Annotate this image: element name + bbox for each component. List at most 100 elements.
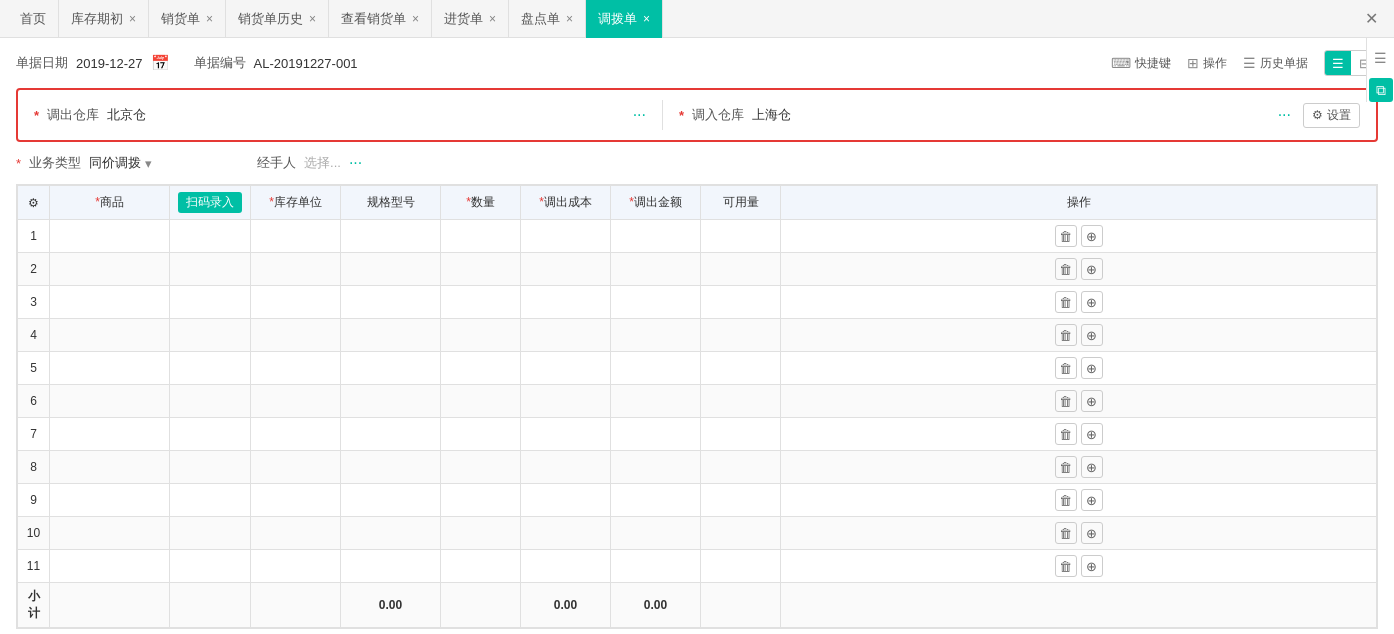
tab-close-inventory-init[interactable]: × [129, 12, 136, 26]
cell-product-2[interactable] [50, 253, 170, 286]
cell-qty-10[interactable] [441, 517, 521, 550]
cell-transfer-cost-11[interactable] [521, 550, 611, 583]
cell-transfer-amount-6[interactable] [611, 385, 701, 418]
copy-row-button-1[interactable]: ⊕ [1081, 225, 1103, 247]
cell-transfer-amount-4[interactable] [611, 319, 701, 352]
cell-transfer-cost-5[interactable] [521, 352, 611, 385]
cell-spec-11[interactable] [341, 550, 441, 583]
settings-button[interactable]: ⚙ 设置 [1303, 103, 1360, 128]
cell-product-5[interactable] [50, 352, 170, 385]
cell-spec-1[interactable] [341, 220, 441, 253]
tab-close-sales-order[interactable]: × [206, 12, 213, 26]
cell-transfer-amount-1[interactable] [611, 220, 701, 253]
cell-product-10[interactable] [50, 517, 170, 550]
cell-transfer-cost-3[interactable] [521, 286, 611, 319]
cell-unit-10[interactable] [251, 517, 341, 550]
delete-row-button-6[interactable]: 🗑 [1055, 390, 1077, 412]
cell-transfer-cost-8[interactable] [521, 451, 611, 484]
cell-transfer-cost-4[interactable] [521, 319, 611, 352]
delete-row-button-4[interactable]: 🗑 [1055, 324, 1077, 346]
cell-qty-6[interactable] [441, 385, 521, 418]
cell-spec-2[interactable] [341, 253, 441, 286]
delete-row-button-1[interactable]: 🗑 [1055, 225, 1077, 247]
in-warehouse-dots[interactable]: ··· [1278, 106, 1291, 124]
cell-transfer-cost-2[interactable] [521, 253, 611, 286]
tab-view-sales[interactable]: 查看销货单× [329, 0, 432, 38]
cell-transfer-amount-10[interactable] [611, 517, 701, 550]
cell-product-9[interactable] [50, 484, 170, 517]
handler-placeholder[interactable]: 选择... [304, 154, 341, 172]
cell-spec-9[interactable] [341, 484, 441, 517]
cell-transfer-cost-1[interactable] [521, 220, 611, 253]
cell-product-6[interactable] [50, 385, 170, 418]
tab-sales-order[interactable]: 销货单× [149, 0, 226, 38]
cell-spec-4[interactable] [341, 319, 441, 352]
copy-row-button-7[interactable]: ⊕ [1081, 423, 1103, 445]
business-type-select[interactable]: 同价调拨 ▾ [89, 154, 209, 172]
cell-transfer-amount-9[interactable] [611, 484, 701, 517]
cell-product-11[interactable] [50, 550, 170, 583]
cell-transfer-amount-3[interactable] [611, 286, 701, 319]
copy-row-button-3[interactable]: ⊕ [1081, 291, 1103, 313]
cell-transfer-amount-2[interactable] [611, 253, 701, 286]
cell-transfer-cost-10[interactable] [521, 517, 611, 550]
sidebar-list-icon[interactable]: ☰ [1369, 46, 1393, 70]
copy-row-button-6[interactable]: ⊕ [1081, 390, 1103, 412]
cell-transfer-cost-6[interactable] [521, 385, 611, 418]
cell-qty-7[interactable] [441, 418, 521, 451]
cell-transfer-amount-11[interactable] [611, 550, 701, 583]
cell-unit-7[interactable] [251, 418, 341, 451]
tab-close-transfer-order[interactable]: × [643, 12, 650, 26]
cell-unit-8[interactable] [251, 451, 341, 484]
history-button[interactable]: ☰ 历史单据 [1243, 55, 1308, 72]
cell-spec-10[interactable] [341, 517, 441, 550]
cell-spec-8[interactable] [341, 451, 441, 484]
cell-spec-3[interactable] [341, 286, 441, 319]
cell-qty-1[interactable] [441, 220, 521, 253]
calendar-icon[interactable]: 📅 [151, 54, 170, 72]
cell-unit-9[interactable] [251, 484, 341, 517]
delete-row-button-11[interactable]: 🗑 [1055, 555, 1077, 577]
tab-transfer-order[interactable]: 调拨单× [586, 0, 663, 38]
cell-transfer-cost-9[interactable] [521, 484, 611, 517]
cell-transfer-amount-7[interactable] [611, 418, 701, 451]
tab-home[interactable]: 首页 [8, 0, 59, 38]
cell-qty-9[interactable] [441, 484, 521, 517]
cell-qty-11[interactable] [441, 550, 521, 583]
delete-row-button-7[interactable]: 🗑 [1055, 423, 1077, 445]
tab-inventory-check[interactable]: 盘点单× [509, 0, 586, 38]
copy-row-button-8[interactable]: ⊕ [1081, 456, 1103, 478]
tab-inventory-init[interactable]: 库存期初× [59, 0, 149, 38]
tab-close-view-sales[interactable]: × [412, 12, 419, 26]
cell-unit-4[interactable] [251, 319, 341, 352]
cell-product-8[interactable] [50, 451, 170, 484]
shortcut-button[interactable]: ⌨ 快捷键 [1111, 55, 1171, 72]
copy-row-button-2[interactable]: ⊕ [1081, 258, 1103, 280]
cell-transfer-amount-5[interactable] [611, 352, 701, 385]
copy-row-button-4[interactable]: ⊕ [1081, 324, 1103, 346]
cell-unit-3[interactable] [251, 286, 341, 319]
cell-product-4[interactable] [50, 319, 170, 352]
cell-spec-7[interactable] [341, 418, 441, 451]
cell-qty-3[interactable] [441, 286, 521, 319]
operations-button[interactable]: ⊞ 操作 [1187, 55, 1227, 72]
cell-unit-1[interactable] [251, 220, 341, 253]
out-warehouse-dots[interactable]: ··· [633, 106, 646, 124]
sidebar-external-link-icon[interactable]: ⧉ [1369, 78, 1393, 102]
col-gear[interactable]: ⚙ [18, 186, 50, 220]
tab-close-sales-history[interactable]: × [309, 12, 316, 26]
tab-close-purchase-order[interactable]: × [489, 12, 496, 26]
cell-qty-5[interactable] [441, 352, 521, 385]
cell-product-1[interactable] [50, 220, 170, 253]
cell-transfer-cost-7[interactable] [521, 418, 611, 451]
tab-purchase-order[interactable]: 进货单× [432, 0, 509, 38]
cell-unit-6[interactable] [251, 385, 341, 418]
delete-row-button-8[interactable]: 🗑 [1055, 456, 1077, 478]
tab-close-inventory-check[interactable]: × [566, 12, 573, 26]
cell-spec-5[interactable] [341, 352, 441, 385]
delete-row-button-2[interactable]: 🗑 [1055, 258, 1077, 280]
tab-sales-history[interactable]: 销货单历史× [226, 0, 329, 38]
delete-row-button-5[interactable]: 🗑 [1055, 357, 1077, 379]
copy-row-button-9[interactable]: ⊕ [1081, 489, 1103, 511]
cell-product-3[interactable] [50, 286, 170, 319]
